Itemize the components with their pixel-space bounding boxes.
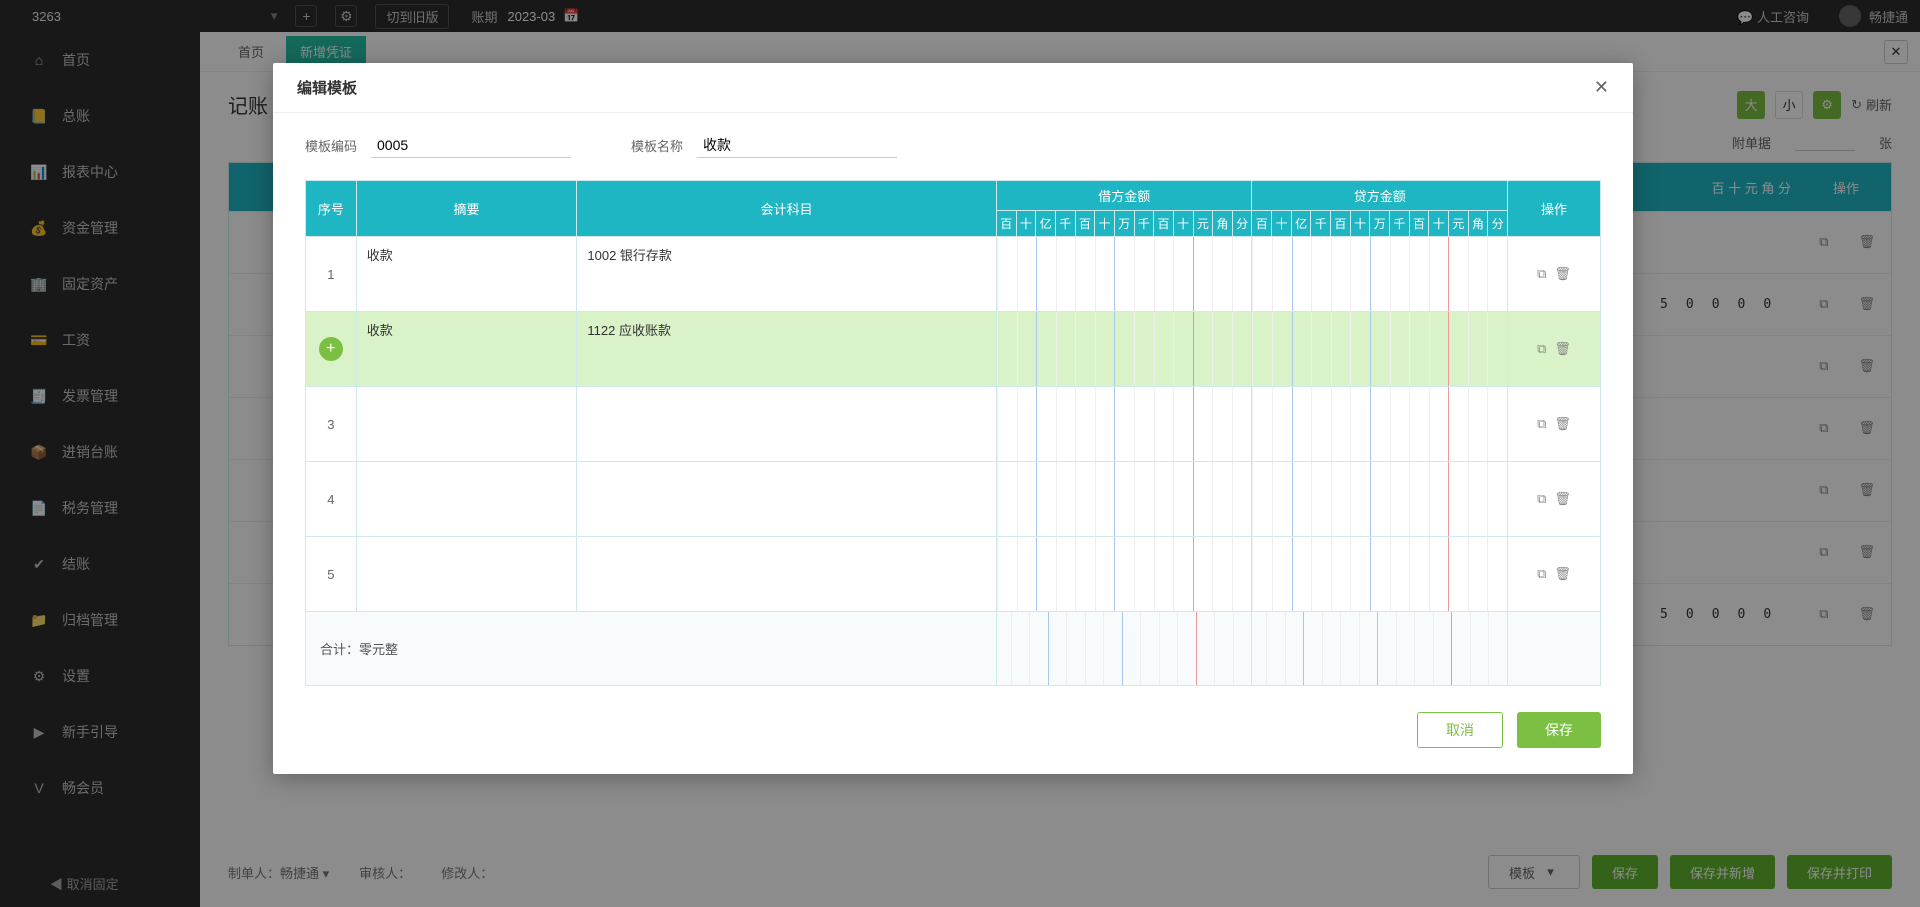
- digit-head: 百: [996, 211, 1016, 237]
- seq-cell: 3: [306, 387, 357, 462]
- delete-icon[interactable]: 🗑: [1554, 416, 1571, 431]
- digit-head: 元: [1193, 211, 1213, 237]
- account-cell[interactable]: [577, 462, 996, 478]
- digit-head: 亿: [1036, 211, 1056, 237]
- th-debit: 借方金额: [996, 181, 1252, 211]
- copy-icon[interactable]: ⧉: [1537, 491, 1546, 506]
- th-credit: 贷方金额: [1252, 181, 1508, 211]
- seq-cell: 5: [306, 537, 357, 612]
- th-account: 会计科目: [577, 181, 997, 237]
- total-row: 合计：零元整: [306, 612, 1601, 686]
- digit-head: 万: [1370, 211, 1390, 237]
- digit-head: 百: [1252, 211, 1272, 237]
- digit-head: 十: [1095, 211, 1115, 237]
- template-table: 序号 摘要 会计科目 借方金额 贷方金额 操作 百十亿千百十万千百十元角分百十亿…: [305, 180, 1601, 686]
- digit-head: 角: [1213, 211, 1233, 237]
- digit-head: 十: [1429, 211, 1449, 237]
- copy-icon[interactable]: ⧉: [1537, 566, 1546, 581]
- digit-head: 千: [1311, 211, 1331, 237]
- template-name-input[interactable]: [697, 133, 897, 158]
- digit-head: 角: [1468, 211, 1488, 237]
- table-row[interactable]: 5 ⧉ 🗑: [306, 537, 1601, 612]
- cancel-button[interactable]: 取消: [1417, 712, 1503, 748]
- digit-head: 十: [1016, 211, 1036, 237]
- account-cell[interactable]: [577, 387, 996, 403]
- seq-cell: 4: [306, 462, 357, 537]
- digit-head: 百: [1331, 211, 1351, 237]
- account-cell[interactable]: 1002 银行存款: [577, 237, 996, 272]
- delete-icon[interactable]: 🗑: [1554, 266, 1571, 281]
- save-template-button[interactable]: 保存: [1517, 712, 1601, 748]
- template-code-input[interactable]: [371, 133, 571, 158]
- th-op: 操作: [1508, 181, 1601, 237]
- seq-cell: +: [306, 312, 357, 387]
- summary-cell[interactable]: [357, 387, 577, 403]
- copy-icon[interactable]: ⧉: [1537, 341, 1546, 356]
- delete-icon[interactable]: 🗑: [1554, 341, 1571, 356]
- summary-cell[interactable]: 收款: [357, 312, 577, 347]
- modal-title: 编辑模板: [297, 77, 357, 98]
- digit-head: 十: [1272, 211, 1292, 237]
- digit-head: 元: [1449, 211, 1469, 237]
- delete-icon[interactable]: 🗑: [1554, 566, 1571, 581]
- template-code-label: 模板编码: [305, 136, 357, 155]
- close-icon[interactable]: ✕: [1594, 77, 1609, 98]
- table-row[interactable]: + 收款1122 应收账款 ⧉ 🗑: [306, 312, 1601, 387]
- table-row[interactable]: 4 ⧉ 🗑: [306, 462, 1601, 537]
- total-text: 零元整: [359, 642, 398, 657]
- digit-head: 千: [1134, 211, 1154, 237]
- digit-head: 百: [1075, 211, 1095, 237]
- copy-icon[interactable]: ⧉: [1537, 266, 1546, 281]
- account-cell[interactable]: 1122 应收账款: [577, 312, 996, 347]
- digit-head: 十: [1350, 211, 1370, 237]
- digit-head: 亿: [1291, 211, 1311, 237]
- summary-cell[interactable]: [357, 462, 577, 478]
- digit-head: 十: [1173, 211, 1193, 237]
- table-row[interactable]: 1收款1002 银行存款 ⧉ 🗑: [306, 237, 1601, 312]
- digit-head: 万: [1114, 211, 1134, 237]
- summary-cell[interactable]: [357, 537, 577, 553]
- add-row-icon[interactable]: +: [319, 337, 343, 361]
- digit-head: 分: [1232, 211, 1252, 237]
- table-row[interactable]: 3 ⧉ 🗑: [306, 387, 1601, 462]
- template-name-label: 模板名称: [631, 136, 683, 155]
- seq-cell: 1: [306, 237, 357, 312]
- edit-template-modal: 编辑模板 ✕ 模板编码 模板名称 序号 摘要 会计科目 借方金额 贷方金额: [273, 63, 1633, 774]
- total-label: 合计：: [320, 642, 359, 657]
- digit-head: 千: [1055, 211, 1075, 237]
- th-seq: 序号: [306, 181, 357, 237]
- delete-icon[interactable]: 🗑: [1554, 491, 1571, 506]
- th-summary: 摘要: [356, 181, 577, 237]
- digit-head: 分: [1488, 211, 1508, 237]
- digit-head: 千: [1390, 211, 1410, 237]
- summary-cell[interactable]: 收款: [357, 237, 577, 272]
- copy-icon[interactable]: ⧉: [1537, 416, 1546, 431]
- digit-head: 百: [1154, 211, 1174, 237]
- digit-head: 百: [1409, 211, 1429, 237]
- account-cell[interactable]: [577, 537, 996, 553]
